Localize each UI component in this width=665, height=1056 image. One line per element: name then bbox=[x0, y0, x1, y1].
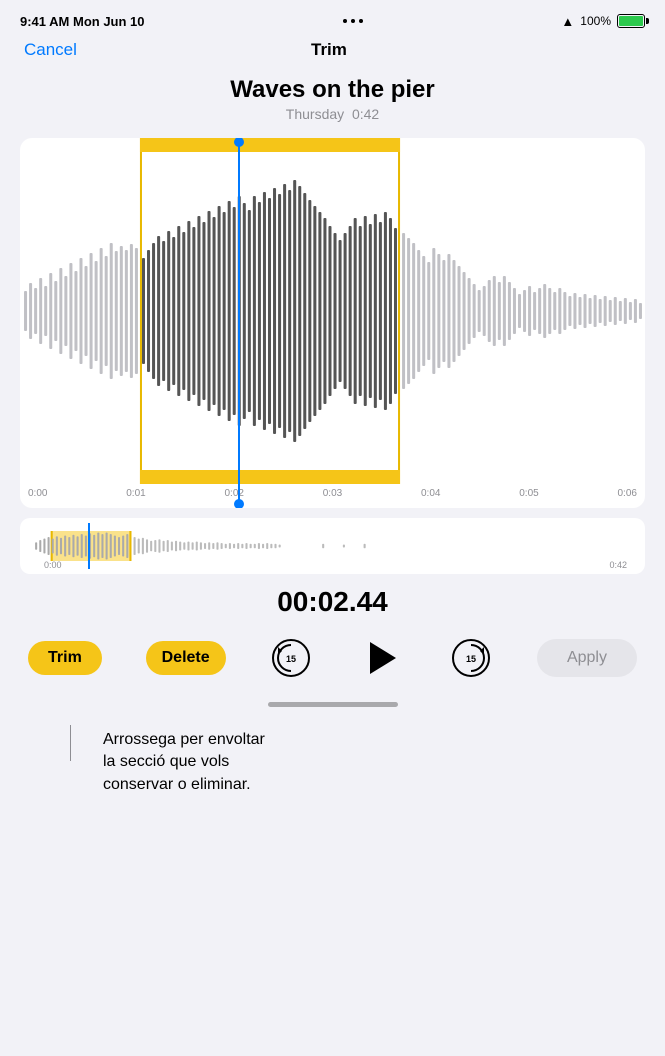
skip-back-button[interactable]: 15 bbox=[269, 636, 313, 680]
skip-back-circle: 15 bbox=[272, 639, 310, 677]
time-label-5: 0:05 bbox=[519, 488, 538, 508]
wifi-icon: ▲ bbox=[561, 14, 574, 29]
annotation-text: Arrossega per envoltarla secció que vols… bbox=[103, 729, 265, 796]
battery-percent: 100% bbox=[580, 14, 611, 28]
skip-forward-circle: 15 bbox=[452, 639, 490, 677]
svg-text:15: 15 bbox=[466, 654, 476, 664]
home-bar bbox=[268, 702, 398, 707]
svg-text:15: 15 bbox=[286, 654, 296, 664]
skip-forward-icon: 15 bbox=[454, 641, 488, 675]
recording-title: Waves on the pier bbox=[20, 76, 645, 104]
time-label-0: 0:00 bbox=[28, 488, 47, 508]
battery-icon bbox=[617, 14, 645, 28]
recording-meta: Thursday 0:42 bbox=[20, 106, 645, 122]
trim-button[interactable]: Trim bbox=[28, 641, 102, 675]
mini-scrubber-playhead bbox=[88, 523, 90, 569]
timestamp-display: 00:02.44 bbox=[0, 574, 665, 626]
nav-title: Trim bbox=[311, 40, 347, 60]
controls-bar: Trim Delete 15 15 Apply bbox=[0, 626, 665, 694]
status-right: ▲ 100% bbox=[561, 14, 645, 29]
annotation-area: Arrossega per envoltarla secció que vols… bbox=[0, 713, 665, 796]
waveform-container[interactable]: 0:00 0:01 0:02 0:03 0:04 0:05 0:06 bbox=[20, 138, 645, 508]
apply-button[interactable]: Apply bbox=[537, 639, 637, 677]
waveform-svg bbox=[20, 138, 645, 484]
recording-header: Waves on the pier Thursday 0:42 bbox=[0, 68, 665, 126]
time-label-6: 0:06 bbox=[618, 488, 637, 508]
cancel-button[interactable]: Cancel bbox=[24, 40, 77, 60]
time-label-1: 0:01 bbox=[126, 488, 145, 508]
home-indicator bbox=[0, 694, 665, 713]
scrubber-end-time: 0:42 bbox=[609, 560, 627, 570]
skip-forward-button[interactable]: 15 bbox=[449, 636, 493, 680]
status-center-dots bbox=[343, 19, 363, 23]
scrubber-start-time: 0:00 bbox=[44, 560, 62, 570]
annotation-line bbox=[70, 725, 71, 761]
status-time: 9:41 AM Mon Jun 10 bbox=[20, 14, 145, 29]
playhead[interactable] bbox=[238, 138, 240, 508]
delete-button[interactable]: Delete bbox=[146, 641, 226, 675]
play-button[interactable] bbox=[357, 634, 405, 682]
time-labels: 0:00 0:01 0:02 0:03 0:04 0:05 0:06 bbox=[20, 484, 645, 508]
scrubber-container[interactable]: 0:00 0:42 bbox=[20, 518, 645, 574]
time-label-4: 0:04 bbox=[421, 488, 440, 508]
mini-waveform-svg bbox=[32, 531, 633, 561]
time-label-3: 0:03 bbox=[323, 488, 342, 508]
play-icon bbox=[370, 642, 396, 674]
skip-back-icon: 15 bbox=[274, 641, 308, 675]
status-bar: 9:41 AM Mon Jun 10 ▲ 100% bbox=[0, 0, 665, 36]
nav-bar: Cancel Trim bbox=[0, 36, 665, 68]
